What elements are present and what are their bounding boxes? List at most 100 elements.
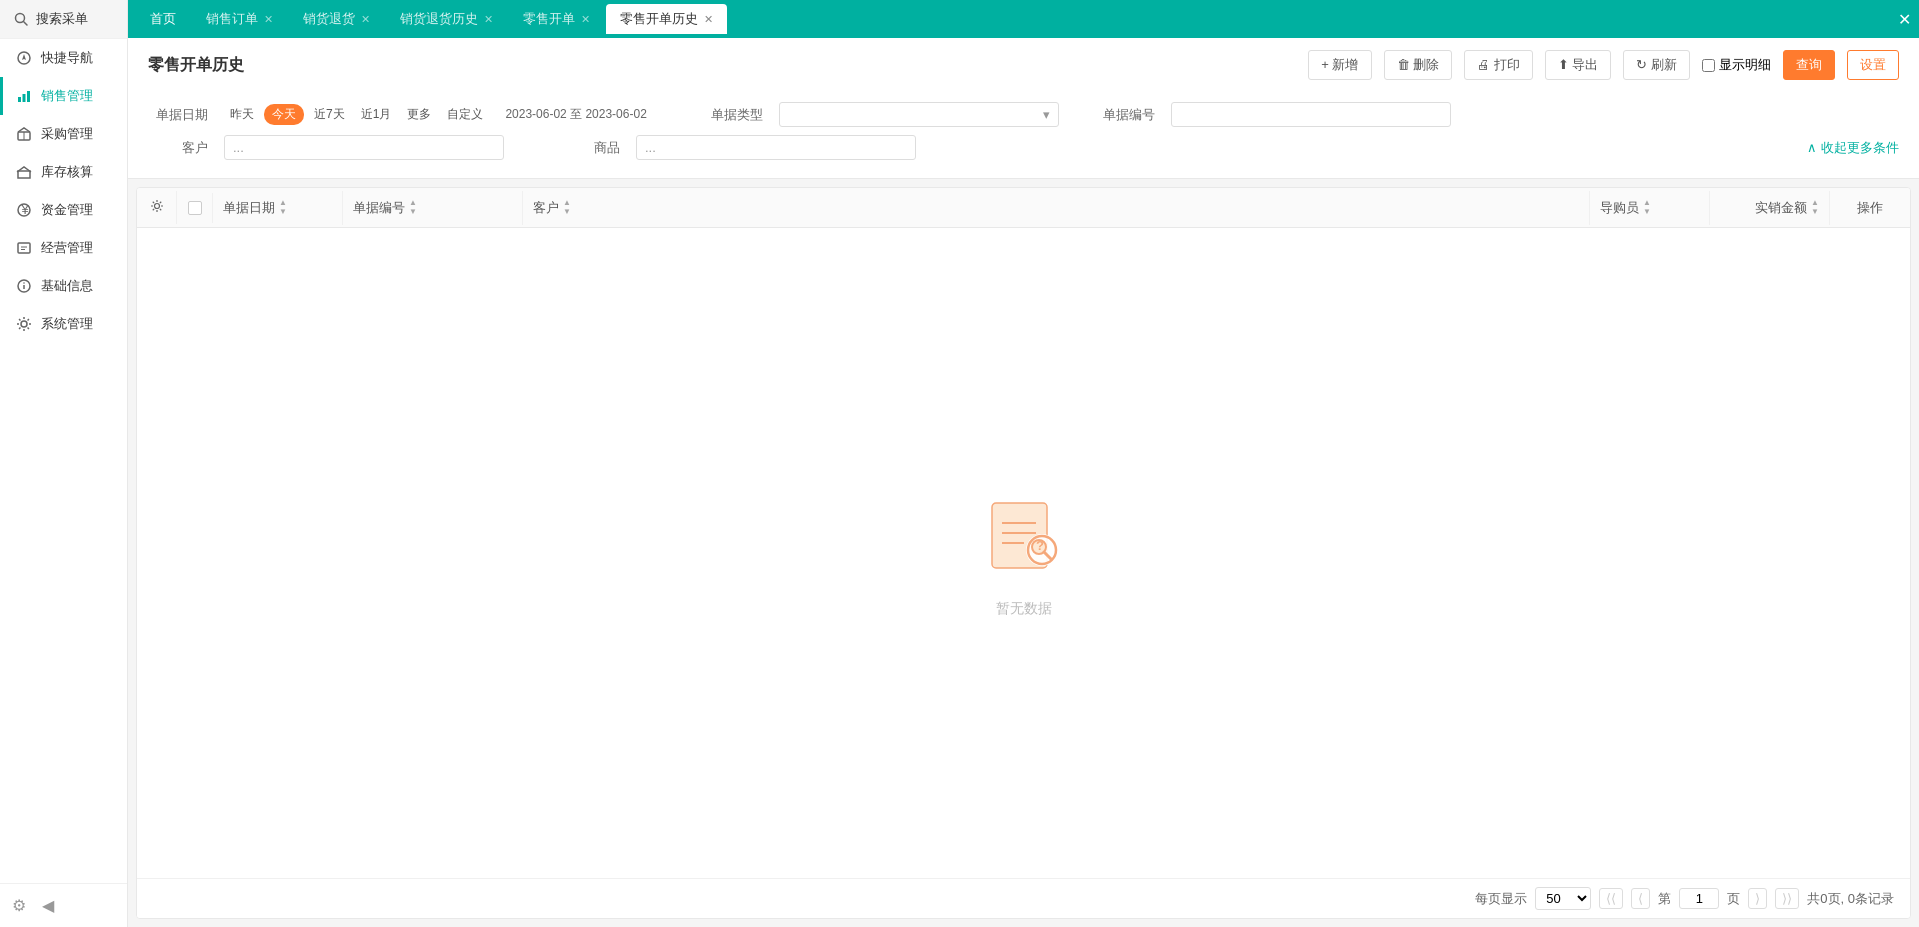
sidebar-item-base-info[interactable]: 基础信息 [0,267,127,305]
svg-point-17 [23,282,25,284]
th-amount[interactable]: 实销金额 ▲ ▼ [1710,191,1830,225]
sidebar-item-purchase-mgmt[interactable]: 采购管理 [0,115,127,153]
sidebar-item-label: 资金管理 [41,201,93,219]
chevron-down-icon: ▾ [1043,107,1050,122]
sidebar: 搜索采单 快捷导航 销售管理 采购管理 [0,0,128,927]
money-icon: ¥ [15,201,33,219]
tab-retail-open-history[interactable]: 零售开单历史 ✕ [606,4,727,34]
sort-up-icon: ▲ [563,199,571,207]
date-btn-today[interactable]: 今天 [264,104,304,125]
tab-close-icon[interactable]: ✕ [264,13,273,26]
sidebar-item-label: 采购管理 [41,125,93,143]
svg-text:¥: ¥ [21,202,30,217]
select-all-checkbox[interactable] [188,201,202,215]
next-page-button[interactable]: ⟩ [1748,888,1767,909]
th-guide-label: 导购员 [1600,199,1639,217]
th-guide[interactable]: 导购员 ▲ ▼ [1590,191,1710,225]
page-input[interactable] [1679,888,1719,909]
sidebar-item-quick-nav[interactable]: 快捷导航 [0,39,127,77]
date-btn-1month[interactable]: 近1月 [355,104,398,125]
th-settings[interactable] [137,191,177,224]
toolbar: + 新增 🗑 删除 🖨 打印 ⬆ 导出 ↻ 刷新 显示明细 查询 设置 [1308,50,1899,80]
sidebar-item-label: 经营管理 [41,239,93,257]
date-btn-more[interactable]: 更多 [401,104,437,125]
sidebar-item-inventory[interactable]: 库存核算 [0,153,127,191]
sort-icon[interactable]: ▲ ▼ [1811,199,1819,216]
main-area: 首页 销售订单 ✕ 销货退货 ✕ 销货退货历史 ✕ 零售开单 ✕ 零售开单历史 … [128,0,1919,927]
date-btn-yesterday[interactable]: 昨天 [224,104,260,125]
customer-filter-input[interactable]: ... [224,135,504,160]
sidebar-item-sys-mgmt[interactable]: 系统管理 [0,305,127,343]
th-date[interactable]: 单据日期 ▲ ▼ [213,191,343,225]
sort-down-icon: ▼ [563,208,571,216]
date-btn-7days[interactable]: 近7天 [308,104,351,125]
th-action-label: 操作 [1857,199,1883,217]
chart-icon [15,87,33,105]
column-settings-icon[interactable] [150,199,164,216]
export-button[interactable]: ⬆ 导出 [1545,50,1612,80]
date-btn-custom[interactable]: 自定义 [441,104,489,125]
refresh-button[interactable]: ↻ 刷新 [1623,50,1690,80]
display-detail-toggle[interactable]: 显示明细 [1702,56,1771,74]
sort-icon[interactable]: ▲ ▼ [279,199,287,216]
settings-button[interactable]: 设置 [1847,50,1899,80]
sort-down-icon: ▼ [1811,208,1819,216]
prev-page-button[interactable]: ⟨ [1631,888,1650,909]
ellipsis-icon: ... [233,140,244,155]
sort-up-icon: ▲ [279,199,287,207]
sidebar-item-sales-mgmt[interactable]: 销售管理 [0,77,127,115]
sort-icon[interactable]: ▲ ▼ [1643,199,1651,216]
th-customer-label: 客户 [533,199,559,217]
sidebar-search[interactable]: 搜索采单 [0,0,127,39]
sidebar-item-finance[interactable]: ¥ 资金管理 [0,191,127,229]
display-detail-label: 显示明细 [1719,56,1771,74]
first-page-button[interactable]: ⟨⟨ [1599,888,1623,909]
tab-close-icon[interactable]: ✕ [361,13,370,26]
pagination: 每页显示 50 100 200 ⟨⟨ ⟨ 第 页 ⟩ ⟩⟩ 共0页, 0条记录 [137,878,1910,918]
type-filter-select[interactable]: ▾ [779,102,1059,127]
page-label: 第 [1658,890,1671,908]
th-action: 操作 [1830,191,1910,225]
sort-down-icon: ▼ [409,208,417,216]
sidebar-item-label: 库存核算 [41,163,93,181]
tab-retail-open[interactable]: 零售开单 ✕ [509,4,604,34]
svg-point-19 [154,204,159,209]
print-button[interactable]: 🖨 打印 [1464,50,1533,80]
th-checkbox[interactable] [177,193,213,223]
info-icon [15,277,33,295]
sort-icon[interactable]: ▲ ▼ [409,199,417,216]
tab-sales-return[interactable]: 销货退货 ✕ [289,4,384,34]
product-filter-label: 商品 [560,139,620,157]
collapse-btn[interactable]: ∧ 收起更多条件 [1807,139,1899,157]
page-header: 零售开单历史 + 新增 🗑 删除 🖨 打印 ⬆ 导出 ↻ 刷新 显示明细 查询 … [128,38,1919,179]
th-number-label: 单据编号 [353,199,405,217]
per-page-select[interactable]: 50 100 200 [1535,887,1591,910]
display-detail-checkbox[interactable] [1702,59,1715,72]
th-number[interactable]: 单据编号 ▲ ▼ [343,191,523,225]
query-button[interactable]: 查询 [1783,50,1835,80]
sidebar-item-operation[interactable]: 经营管理 [0,229,127,267]
last-page-button[interactable]: ⟩⟩ [1775,888,1799,909]
close-window-icon[interactable]: ✕ [1898,10,1911,29]
delete-button[interactable]: 🗑 删除 [1384,50,1453,80]
tab-close-icon[interactable]: ✕ [704,13,713,26]
sort-icon[interactable]: ▲ ▼ [563,199,571,216]
add-button[interactable]: + 新增 [1308,50,1371,80]
tab-bar-right: ✕ [1898,10,1911,29]
tab-close-icon[interactable]: ✕ [581,13,590,26]
tab-sales-return-history[interactable]: 销货退货历史 ✕ [386,4,507,34]
tab-bar: 首页 销售订单 ✕ 销货退货 ✕ 销货退货历史 ✕ 零售开单 ✕ 零售开单历史 … [128,0,1919,38]
tab-close-icon[interactable]: ✕ [484,13,493,26]
number-filter-label: 单据编号 [1095,106,1155,124]
collapse-sidebar-icon[interactable]: ◀ [42,896,54,915]
search-icon [12,10,30,28]
svg-line-1 [24,22,28,26]
number-filter-input[interactable] [1171,102,1451,127]
tab-home[interactable]: 首页 [136,4,190,34]
settings-bottom-icon[interactable]: ⚙ [12,896,26,915]
product-filter-input[interactable]: ... [636,135,916,160]
th-customer[interactable]: 客户 ▲ ▼ [523,191,1590,225]
svg-rect-12 [18,243,30,253]
tab-sales-order[interactable]: 销售订单 ✕ [192,4,287,34]
th-date-label: 单据日期 [223,199,275,217]
